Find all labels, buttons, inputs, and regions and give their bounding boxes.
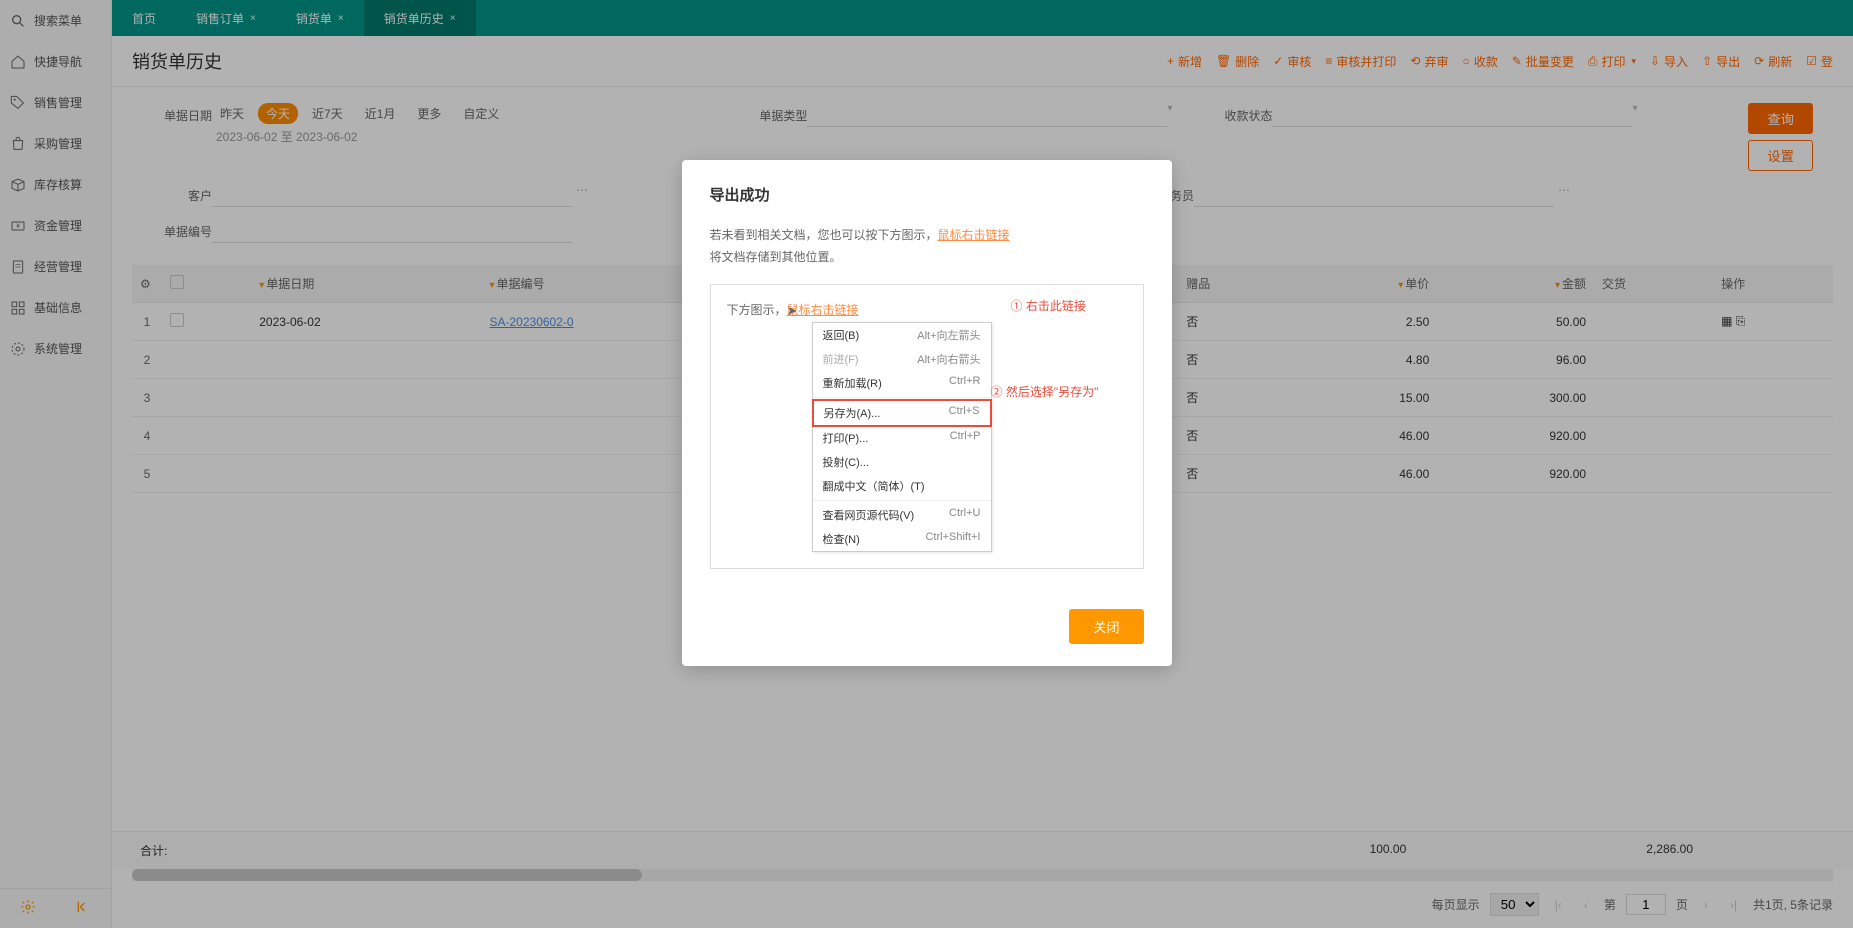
right-click-link-hint: 鼠标右击链接: [938, 228, 1010, 242]
modal-title: 导出成功: [710, 184, 1144, 205]
modal-text: 若未看到相关文档，您也可以按下方图示，鼠标右击链接 将文档存储到其他位置。: [710, 225, 1144, 268]
context-menu-diagram: 返回(B)Alt+向左箭头前进(F)Alt+向右箭头重新加载(R)Ctrl+R 另…: [812, 322, 992, 552]
ctx-item-6: 翻成中文（简体）(T): [813, 474, 991, 498]
ctx-item-8: 检查(N)Ctrl+Shift+I: [813, 527, 991, 551]
ctx-item-3: 另存为(A)...Ctrl+S: [812, 399, 992, 427]
ctx-item-2: 重新加载(R)Ctrl+R: [813, 371, 991, 395]
instruction-diagram: ① 右击此链接 ② 然后选择"另存为" 下方图示，鼠标右击链接 ➤ 返回(B)A…: [710, 284, 1144, 569]
cursor-icon: ➤: [787, 303, 798, 319]
modal-overlay[interactable]: 导出成功 若未看到相关文档，您也可以按下方图示，鼠标右击链接 将文档存储到其他位…: [0, 0, 1853, 928]
ctx-item-0: 返回(B)Alt+向左箭头: [813, 323, 991, 347]
annotation-2: ② 然后选择"另存为": [991, 383, 1099, 400]
ctx-item-4: 打印(P)...Ctrl+P: [813, 426, 991, 450]
ctx-item-5: 投射(C)...: [813, 450, 991, 474]
export-success-modal: 导出成功 若未看到相关文档，您也可以按下方图示，鼠标右击链接 将文档存储到其他位…: [682, 160, 1172, 666]
ctx-item-1: 前进(F)Alt+向右箭头: [813, 347, 991, 371]
close-button[interactable]: 关闭: [1069, 609, 1143, 644]
ctx-item-7: 查看网页源代码(V)Ctrl+U: [813, 503, 991, 527]
annotation-1: ① 右击此链接: [1011, 297, 1086, 314]
